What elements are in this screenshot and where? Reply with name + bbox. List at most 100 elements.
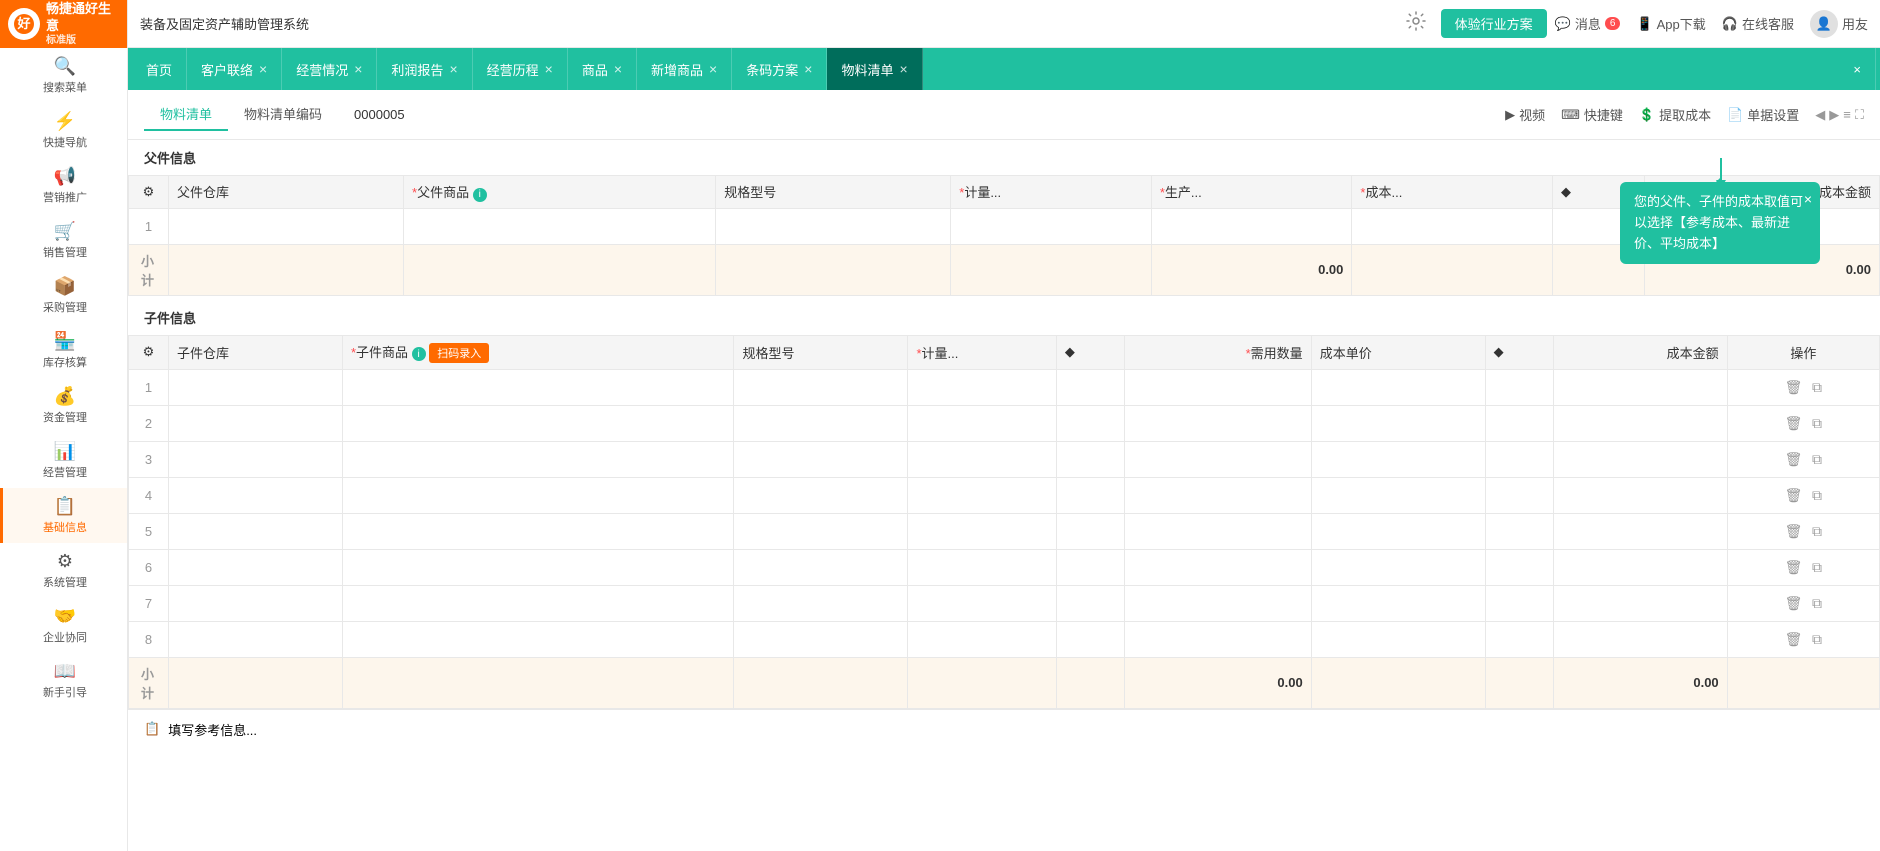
- copy-btn[interactable]: ⧉: [1812, 523, 1822, 539]
- tab-profit[interactable]: 利润报告 ×: [377, 48, 472, 90]
- copy-btn[interactable]: ⧉: [1812, 415, 1822, 431]
- child-spec-cell[interactable]: [734, 585, 908, 621]
- child-unitcost-cell[interactable]: [1311, 585, 1485, 621]
- expand-icon[interactable]: ⛶: [1855, 107, 1864, 123]
- parent-unit-cell[interactable]: [951, 208, 1152, 244]
- child-extra1-cell[interactable]: [1056, 513, 1124, 549]
- copy-btn[interactable]: ⧉: [1812, 631, 1822, 647]
- child-product-cell[interactable]: [342, 585, 734, 621]
- child-unit-cell[interactable]: [908, 621, 1056, 657]
- child-extra2-cell[interactable]: [1485, 549, 1553, 585]
- parent-cost-cell[interactable]: [1352, 208, 1553, 244]
- app-download-action[interactable]: 📱 App下载: [1636, 14, 1705, 33]
- message-action[interactable]: 💬 消息 6: [1555, 14, 1621, 33]
- child-extra2-cell[interactable]: [1485, 369, 1553, 405]
- child-warehouse-cell[interactable]: [169, 441, 343, 477]
- sidebar-item-basic[interactable]: 📋 基础信息: [0, 488, 127, 543]
- copy-btn[interactable]: ⧉: [1812, 595, 1822, 611]
- child-qty-cell[interactable]: [1124, 549, 1311, 585]
- tab-bom[interactable]: 物料清单 ×: [827, 48, 922, 90]
- child-product-cell[interactable]: [342, 441, 734, 477]
- delete-btn[interactable]: 🗑: [1785, 523, 1803, 539]
- delete-btn[interactable]: 🗑: [1785, 559, 1803, 575]
- tab-close-icon[interactable]: ×: [259, 61, 267, 77]
- child-unit-cell[interactable]: [908, 513, 1056, 549]
- sidebar-item-finance[interactable]: 💰 资金管理: [0, 378, 127, 433]
- child-extra2-cell[interactable]: [1485, 441, 1553, 477]
- child-extra1-cell[interactable]: [1056, 405, 1124, 441]
- child-extra2-cell[interactable]: [1485, 513, 1553, 549]
- child-unit-cell[interactable]: [908, 477, 1056, 513]
- child-qty-cell[interactable]: [1124, 441, 1311, 477]
- tab-operations[interactable]: 经营情况 ×: [282, 48, 377, 90]
- child-extra2-cell[interactable]: [1485, 405, 1553, 441]
- child-qty-cell[interactable]: [1124, 405, 1311, 441]
- tab-close-icon[interactable]: ×: [545, 61, 553, 77]
- sidebar-item-marketing[interactable]: 📢 营销推广: [0, 158, 127, 213]
- single-settings-action[interactable]: 📄 单据设置: [1727, 105, 1799, 124]
- tab-customer[interactable]: 客户联络 ×: [187, 48, 282, 90]
- sidebar-item-system[interactable]: ⚙ 系统管理: [0, 543, 127, 598]
- child-extra1-cell[interactable]: [1056, 477, 1124, 513]
- child-spec-cell[interactable]: [734, 513, 908, 549]
- child-spec-cell[interactable]: [734, 477, 908, 513]
- parent-prod-cell[interactable]: [1151, 208, 1352, 244]
- copy-btn[interactable]: ⧉: [1812, 487, 1822, 503]
- child-unit-cell[interactable]: [908, 585, 1056, 621]
- try-btn[interactable]: 体验行业方案: [1441, 9, 1547, 38]
- child-extra1-cell[interactable]: [1056, 441, 1124, 477]
- tab-close-icon[interactable]: ×: [899, 61, 907, 77]
- child-warehouse-cell[interactable]: [169, 585, 343, 621]
- child-unit-cell[interactable]: [908, 441, 1056, 477]
- child-qty-cell[interactable]: [1124, 513, 1311, 549]
- tab-history[interactable]: 经营历程 ×: [473, 48, 568, 90]
- child-unitcost-cell[interactable]: [1311, 441, 1485, 477]
- copy-btn[interactable]: ⧉: [1812, 559, 1822, 575]
- child-col-settings[interactable]: ⚙: [129, 335, 169, 369]
- parent-warehouse-cell[interactable]: [169, 208, 404, 244]
- child-product-cell[interactable]: [342, 549, 734, 585]
- online-service-action[interactable]: 🎧 在线客服: [1722, 14, 1794, 33]
- sidebar-item-guide[interactable]: 📖 新手引导: [0, 653, 127, 708]
- delete-btn[interactable]: 🗑: [1785, 451, 1803, 467]
- tooltip-close-btn[interactable]: ×: [1804, 188, 1812, 210]
- shortcut-action[interactable]: ⌨ 快捷键: [1561, 105, 1623, 124]
- col-settings[interactable]: ⚙: [129, 176, 169, 209]
- child-unitcost-cell[interactable]: [1311, 513, 1485, 549]
- sidebar-item-quick-nav[interactable]: ⚡ 快捷导航: [0, 103, 127, 158]
- child-product-cell[interactable]: [342, 477, 734, 513]
- page-tab-code[interactable]: 物料清单编码: [228, 98, 338, 131]
- settings-button[interactable]: [1405, 10, 1433, 38]
- child-extra2-cell[interactable]: [1485, 585, 1553, 621]
- child-unitcost-cell[interactable]: [1311, 549, 1485, 585]
- child-warehouse-cell[interactable]: [169, 621, 343, 657]
- tab-home[interactable]: 首页: [132, 48, 187, 90]
- extract-cost-action[interactable]: 💲 提取成本: [1639, 105, 1711, 124]
- child-unit-cell[interactable]: [908, 369, 1056, 405]
- delete-btn[interactable]: 🗑: [1785, 631, 1803, 647]
- child-product-cell[interactable]: [342, 621, 734, 657]
- scan-btn[interactable]: 扫码录入: [429, 343, 489, 363]
- tab-goods[interactable]: 商品 ×: [568, 48, 637, 90]
- list-icon[interactable]: ≡: [1843, 107, 1851, 123]
- child-product-cell[interactable]: [342, 369, 734, 405]
- sidebar-item-operations[interactable]: 📊 经营管理: [0, 433, 127, 488]
- parent-spec-cell[interactable]: [716, 208, 951, 244]
- next-icon[interactable]: ▶: [1829, 107, 1839, 123]
- child-product-cell[interactable]: [342, 405, 734, 441]
- tab-close-icon[interactable]: ×: [709, 61, 717, 77]
- child-spec-cell[interactable]: [734, 405, 908, 441]
- child-qty-cell[interactable]: [1124, 585, 1311, 621]
- tab-new-goods[interactable]: 新增商品 ×: [637, 48, 732, 90]
- tab-close-all[interactable]: ×: [1839, 48, 1876, 90]
- child-extra1-cell[interactable]: [1056, 621, 1124, 657]
- tab-close-icon[interactable]: ×: [614, 61, 622, 77]
- child-spec-cell[interactable]: [734, 441, 908, 477]
- child-unitcost-cell[interactable]: [1311, 621, 1485, 657]
- child-spec-cell[interactable]: [734, 369, 908, 405]
- sidebar-item-search[interactable]: 🔍 搜索菜单: [0, 48, 127, 103]
- child-qty-cell[interactable]: [1124, 477, 1311, 513]
- delete-btn[interactable]: 🗑: [1785, 595, 1803, 611]
- child-extra1-cell[interactable]: [1056, 585, 1124, 621]
- child-unit-cell[interactable]: [908, 405, 1056, 441]
